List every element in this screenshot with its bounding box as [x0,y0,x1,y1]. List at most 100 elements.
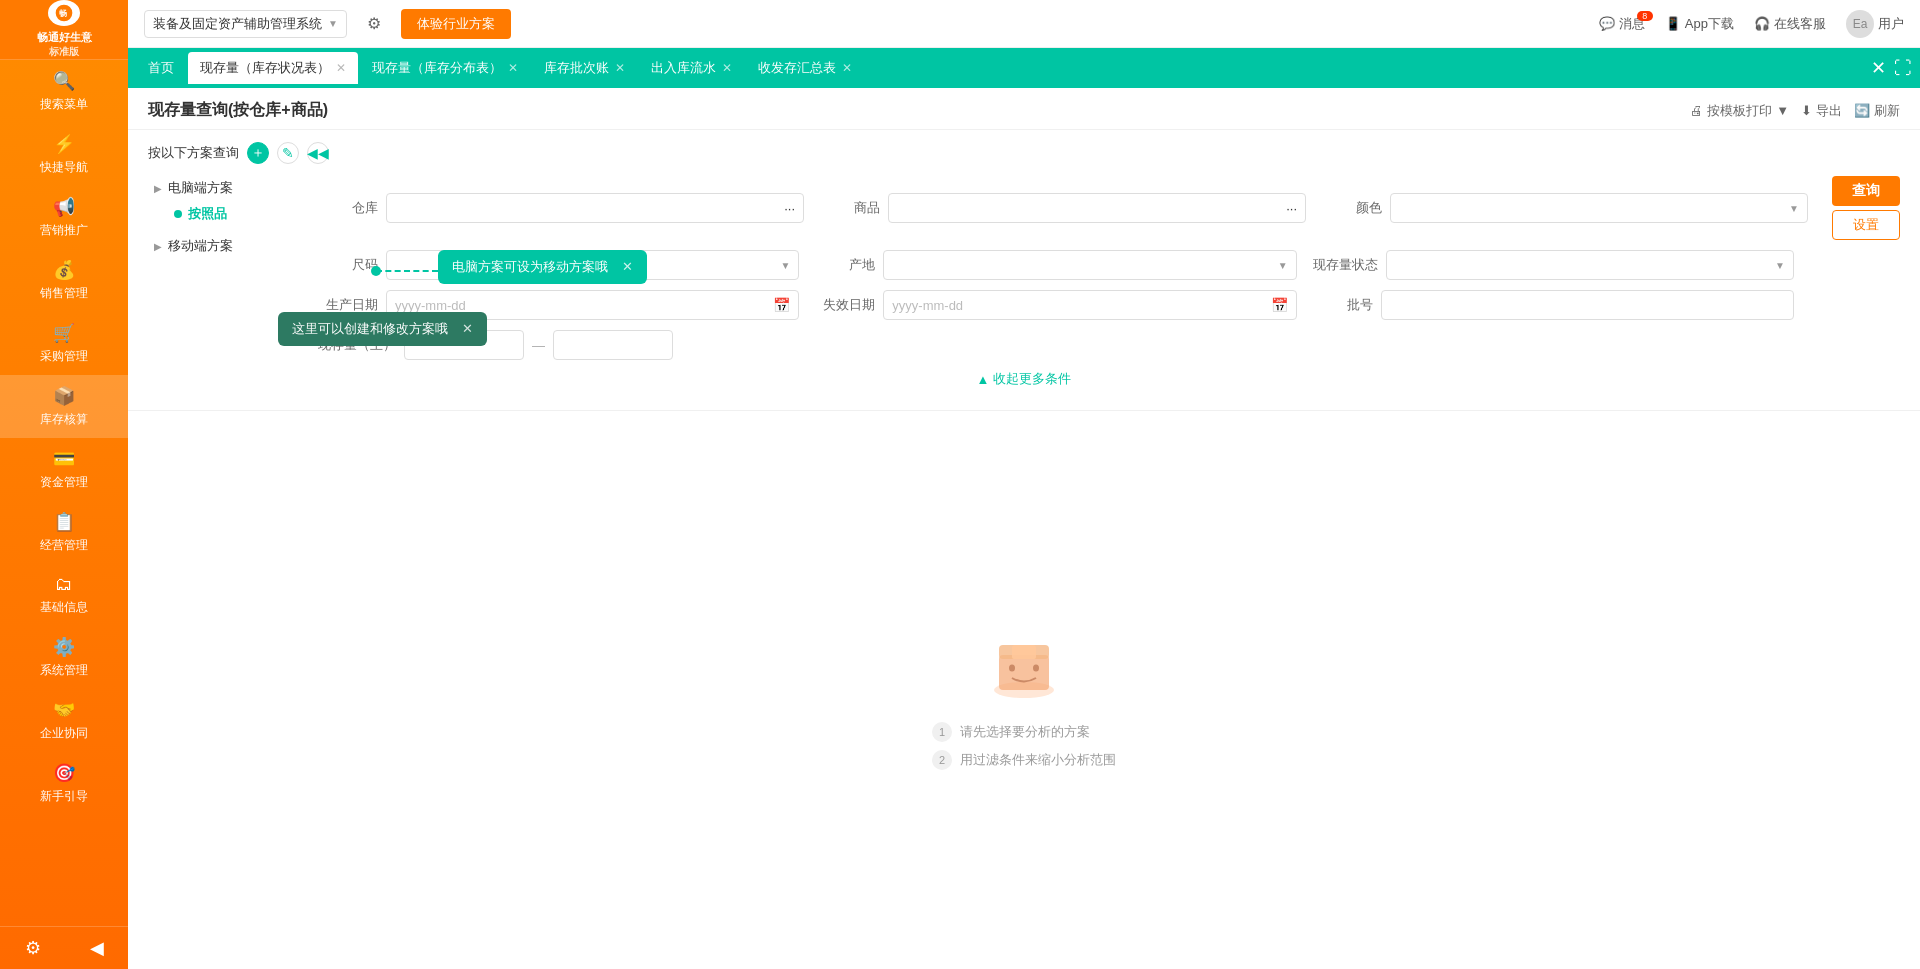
sidebar-item-finance[interactable]: 💳 资金管理 [0,438,128,501]
svg-text:畅: 畅 [59,8,67,18]
sidebar-item-search-menu[interactable]: 🔍 搜索菜单 [0,60,128,123]
notifications-btn[interactable]: 💬 消息 8 [1599,15,1645,33]
header-settings-btn[interactable]: ⚙ [359,9,389,39]
stock-qty-max[interactable] [553,330,673,360]
sidebar-item-purchase[interactable]: 🛒 采购管理 [0,312,128,375]
tab-receive-summary[interactable]: 收发存汇总表 ✕ [746,52,864,84]
set-btn[interactable]: 设置 [1832,210,1900,240]
sidebar-item-enterprise[interactable]: 🤝 企业协同 [0,689,128,752]
svg-point-7 [1033,665,1039,672]
print-btn[interactable]: 🖨 按模板打印 ▼ [1690,102,1789,120]
tab-bar-right: ✕ ⛶ [1871,57,1912,79]
sidebar-item-label: 资金管理 [40,474,88,491]
desktop-scheme-node[interactable]: ▶ 电脑端方案 [148,176,298,200]
origin-select[interactable]: ▼ [883,250,1296,280]
industry-btn[interactable]: 体验行业方案 [401,9,511,39]
sidebar-item-label: 采购管理 [40,348,88,365]
page-actions: 🖨 按模板打印 ▼ ⬇ 导出 🔄 刷新 [1690,102,1900,120]
tab-inventory-dist[interactable]: 现存量（库存分布表） ✕ [360,52,530,84]
svg-rect-5 [1012,645,1036,659]
expire-date-input[interactable]: yyyy-mm-dd 📅 [883,290,1296,320]
sidebar-item-label: 快捷导航 [40,159,88,176]
tab-close-batch-accounts[interactable]: ✕ [615,61,625,75]
stock-status-select[interactable]: ▼ [1386,250,1794,280]
close-all-tabs-btn[interactable]: ✕ [1871,57,1886,79]
tooltip-create-close[interactable]: ✕ [462,321,473,336]
filter-field-color: 颜色 ▼ [1322,193,1808,223]
tab-close-inventory-status[interactable]: ✕ [336,61,346,75]
filter-field-stock-status: 现存量状态 ▼ [1313,250,1794,280]
product-select[interactable]: ··· [888,193,1306,223]
mobile-scheme-node[interactable]: ▶ 移动端方案 [148,234,298,258]
headset-icon: 🎧 [1754,16,1770,31]
app-selector[interactable]: 装备及固定资产辅助管理系统 ▼ [144,10,347,38]
phone-icon: 📱 [1665,16,1681,31]
filter-row-3: 生产日期 yyyy-mm-dd 📅 失效日期 yyyy-mm-dd 📅 [318,290,1900,320]
color-select[interactable]: ▼ [1390,193,1808,223]
tooltip-create-scheme: 这里可以创建和修改方案哦 ✕ [278,312,487,346]
desktop-sub-node[interactable]: 按照品 [168,202,298,226]
tab-close-receive-summary[interactable]: ✕ [842,61,852,75]
sidebar-item-sales[interactable]: 💰 销售管理 [0,249,128,312]
sidebar-item-basic[interactable]: 🗂 基础信息 [0,564,128,626]
header-right: 💬 消息 8 📱 App下载 🎧 在线客服 Ea 用户 [1599,10,1904,38]
sidebar-item-quick-nav[interactable]: ⚡ 快捷导航 [0,123,128,186]
svg-point-6 [1009,665,1015,672]
warehouse-select[interactable]: ··· [386,193,804,223]
top-header: 装备及固定资产辅助管理系统 ▼ ⚙ 体验行业方案 💬 消息 8 📱 App下载 … [128,0,1920,48]
sidebar-settings-btn[interactable]: ⚙ [25,937,41,959]
app-subtitle: 标准版 [49,45,79,59]
sales-icon: 💰 [53,259,75,281]
tab-home[interactable]: 首页 [136,52,186,84]
purchase-icon: 🛒 [53,322,75,344]
app-download-btn[interactable]: 📱 App下载 [1665,15,1734,33]
app-selector-chevron: ▼ [328,18,338,29]
print-icon: 🖨 [1690,103,1703,118]
stock-status-chevron: ▼ [1775,260,1785,271]
logo-icon: 畅 [48,0,80,26]
add-scheme-btn[interactable]: ＋ [247,142,269,164]
sidebar-item-inventory[interactable]: 📦 库存核算 [0,375,128,438]
origin-chevron: ▼ [1278,260,1288,271]
collapse-btn[interactable]: ▲ 收起更多条件 [148,360,1900,398]
app-selector-label: 装备及固定资产辅助管理系统 [153,15,322,33]
tab-close-in-out-flow[interactable]: ✕ [722,61,732,75]
tab-in-out-flow[interactable]: 出入库流水 ✕ [639,52,744,84]
operations-icon: 📋 [53,511,75,533]
online-support-btn[interactable]: 🎧 在线客服 [1754,15,1826,33]
main-area: 装备及固定资产辅助管理系统 ▼ ⚙ 体验行业方案 💬 消息 8 📱 App下载 … [128,0,1920,969]
user-menu[interactable]: Ea 用户 [1846,10,1904,38]
tab-batch-accounts[interactable]: 库存批次账 ✕ [532,52,637,84]
marketing-icon: 📢 [53,196,75,218]
sidebar-collapse-btn[interactable]: ◀ [90,937,104,959]
inventory-icon: 📦 [53,385,75,407]
sidebar-item-operations[interactable]: 📋 经营管理 [0,501,128,564]
batch-input[interactable] [1381,290,1794,320]
query-btn[interactable]: 查询 [1832,176,1900,206]
export-btn[interactable]: ⬇ 导出 [1801,102,1842,120]
sidebar-item-label: 经营管理 [40,537,88,554]
export-icon: ⬇ [1801,103,1812,118]
refresh-btn[interactable]: 🔄 刷新 [1854,102,1900,120]
system-icon: ⚙️ [53,636,75,658]
sidebar-item-marketing[interactable]: 📢 营销推广 [0,186,128,249]
tab-bar: 首页 现存量（库存状况表） ✕ 现存量（库存分布表） ✕ 库存批次账 ✕ 出入库… [128,48,1920,88]
filter-row-4: 现存量（主） — [318,330,1900,360]
sidebar-item-system[interactable]: ⚙️ 系统管理 [0,626,128,689]
newbie-icon: 🎯 [53,762,75,784]
empty-step-1: 1 请先选择要分析的方案 [932,722,1116,742]
refresh-icon: 🔄 [1854,103,1870,118]
sidebar-item-newbie[interactable]: 🎯 新手引导 [0,752,128,815]
app-name: 畅通好生意 [37,30,92,45]
finance-icon: 💳 [53,448,75,470]
fullscreen-btn[interactable]: ⛶ [1894,58,1912,79]
sidebar-bottom: ⚙ ◀ [0,926,128,969]
tab-close-inventory-dist[interactable]: ✕ [508,61,518,75]
quick-nav-icon: ⚡ [53,133,75,155]
tooltip-desktop-close[interactable]: ✕ [622,259,633,274]
back-scheme-btn[interactable]: ◀◀ [307,142,329,164]
tab-inventory-status[interactable]: 现存量（库存状况表） ✕ [188,52,358,84]
filter-header: 按以下方案查询 ＋ ✎ ◀◀ [148,142,1900,164]
color-chevron: ▼ [1789,203,1799,214]
edit-scheme-btn[interactable]: ✎ [277,142,299,164]
